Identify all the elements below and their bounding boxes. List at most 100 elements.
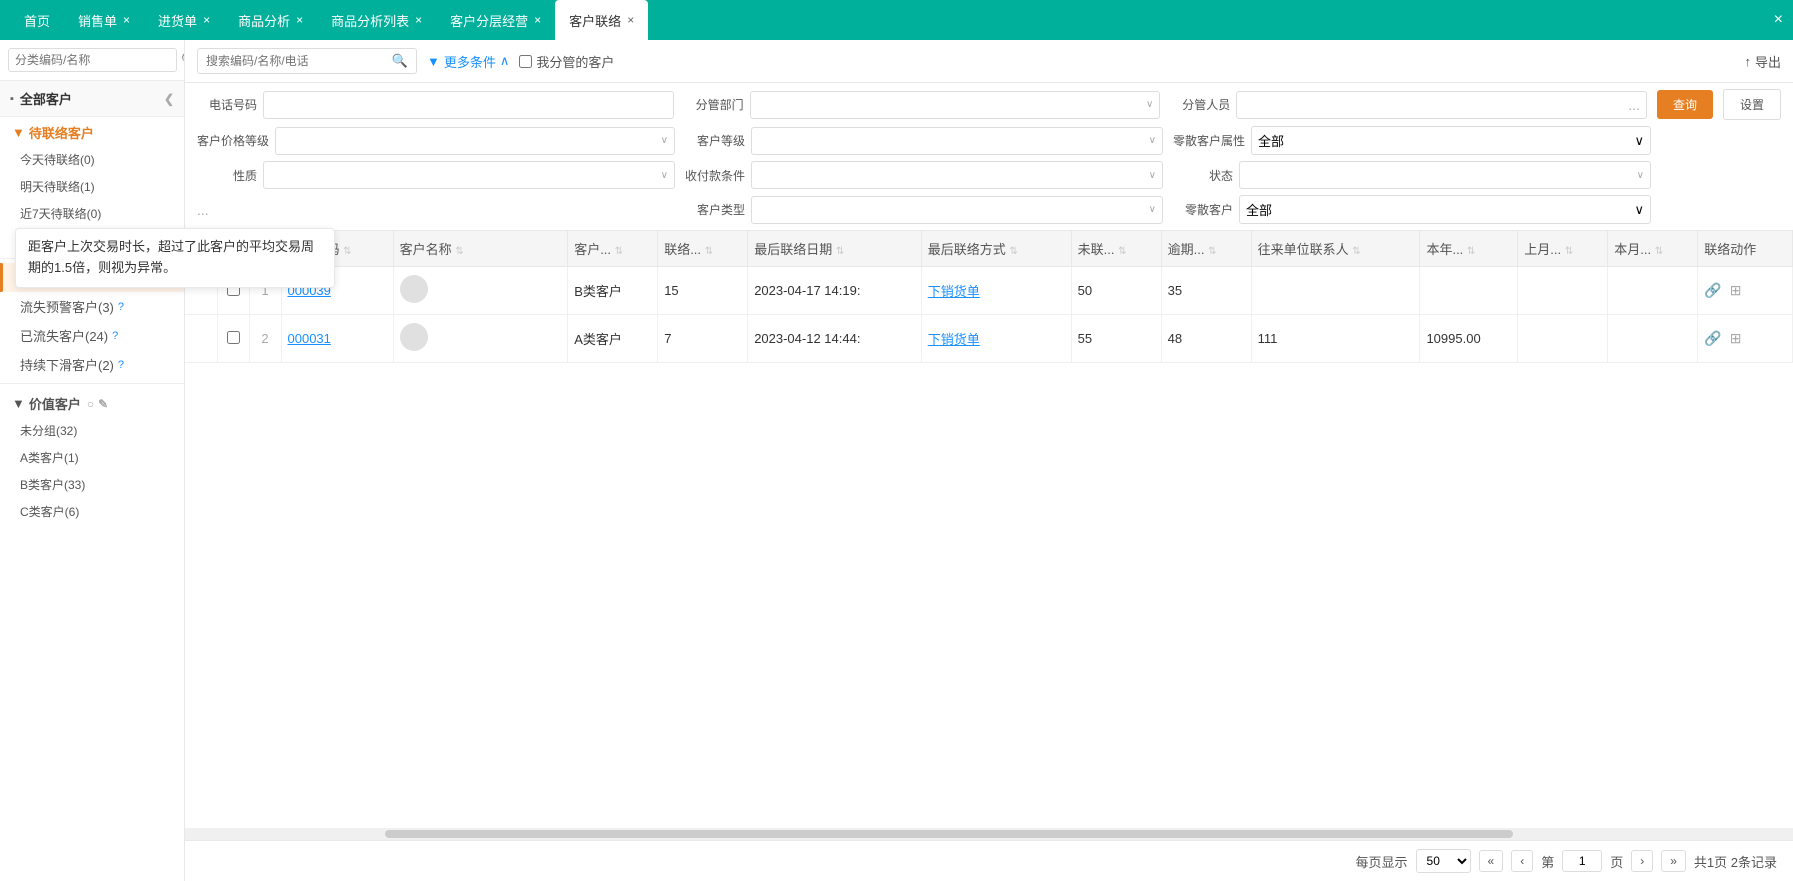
phone-input[interactable] xyxy=(263,91,674,119)
filter-search-input[interactable] xyxy=(206,54,388,68)
last-method-sort-icon[interactable]: ⇅ xyxy=(1009,246,1017,257)
scrollbar-thumb[interactable] xyxy=(385,830,1513,838)
sidebar-collapse-btn[interactable]: ❮ xyxy=(164,92,174,106)
td-code-2[interactable]: 000031 xyxy=(281,315,393,363)
page-number-input[interactable] xyxy=(1562,850,1602,872)
person-select[interactable]: ... xyxy=(1236,91,1647,119)
nav-product-analysis-list[interactable]: 商品分析列表 × xyxy=(317,0,436,40)
last-page-button[interactable]: » xyxy=(1661,850,1686,872)
sidebar-group-pending[interactable]: ▼ 待联络客户 xyxy=(0,117,184,146)
nav-sales[interactable]: 销售单 × xyxy=(64,0,144,40)
this-month-sort-icon[interactable]: ⇅ xyxy=(1655,246,1663,257)
sidebar-search-input[interactable] xyxy=(8,48,177,72)
nav-purchase-close[interactable]: × xyxy=(203,13,210,27)
td-last-method-1[interactable]: 下销货单 xyxy=(921,267,1071,315)
my-customers-checkbox[interactable]: 我分管的客户 xyxy=(519,52,614,71)
td-name-1[interactable] xyxy=(393,267,568,315)
price-grade-select[interactable]: ∨ xyxy=(275,127,675,155)
this-year-sort-icon[interactable]: ⇅ xyxy=(1467,246,1475,257)
th-contact[interactable]: 联络... ⇅ xyxy=(658,231,748,267)
churned-hint-icon[interactable]: ? xyxy=(112,330,118,342)
sidebar-item-7days[interactable]: 近7天待联络(0) xyxy=(0,200,184,227)
row4-ellipsis[interactable]: ... xyxy=(197,202,209,218)
action-link-icon-2[interactable]: 🔗 xyxy=(1704,330,1721,347)
retail-customer-select[interactable]: 全部 ∨ xyxy=(1239,195,1651,224)
export-button[interactable]: ↑ 导出 xyxy=(1744,52,1781,71)
action-grid-icon-2[interactable]: ⊞ xyxy=(1730,330,1742,347)
nav-purchase[interactable]: 进货单 × xyxy=(144,0,224,40)
th-this-year[interactable]: 本年... ⇅ xyxy=(1420,231,1518,267)
nav-sales-close[interactable]: × xyxy=(123,13,130,27)
filter-search-icon[interactable]: 🔍 xyxy=(392,53,408,69)
th-overdue[interactable]: 逾期... ⇅ xyxy=(1161,231,1251,267)
last-month-sort-icon[interactable]: ⇅ xyxy=(1565,246,1573,257)
query-button[interactable]: 查询 xyxy=(1657,90,1713,119)
next-page-button[interactable]: › xyxy=(1631,850,1653,872)
sidebar-divider-2 xyxy=(0,383,184,384)
code-sort-icon[interactable]: ⇅ xyxy=(343,246,351,257)
sidebar-item-class-c[interactable]: C类客户(6) xyxy=(0,498,184,525)
action-grid-icon-1[interactable]: ⊞ xyxy=(1730,282,1742,299)
contact-sort-icon[interactable]: ⇅ xyxy=(705,246,713,257)
settings-button[interactable]: 设置 xyxy=(1723,89,1781,120)
nav-product-analysis-list-close[interactable]: × xyxy=(415,13,422,27)
customer-type-select[interactable]: ∨ xyxy=(751,196,1163,224)
sidebar-item-today[interactable]: 今天待联络(0) xyxy=(0,146,184,173)
per-page-select[interactable]: 50 100 200 xyxy=(1416,849,1471,873)
nav-customer-contact-close[interactable]: × xyxy=(627,13,634,27)
contacts-sort-icon[interactable]: ⇅ xyxy=(1352,246,1360,257)
more-conditions-button[interactable]: ▼ 更多条件 ∧ xyxy=(427,52,509,71)
sidebar-item-class-a[interactable]: A类客户(1) xyxy=(0,444,184,471)
first-page-button[interactable]: « xyxy=(1479,850,1504,872)
status-select[interactable]: ∨ xyxy=(1239,161,1651,189)
sidebar-group-value[interactable]: ▼ 价值客户 ○ ✎ xyxy=(0,388,184,417)
declining-hint-icon[interactable]: ? xyxy=(118,359,124,371)
person-ellipsis[interactable]: ... xyxy=(1628,97,1640,113)
nav-customer-layered[interactable]: 客户分层经营 × xyxy=(436,0,555,40)
value-group-edit-icon[interactable]: ✎ xyxy=(98,397,108,411)
td-name-2[interactable] xyxy=(393,315,568,363)
nav-product-analysis[interactable]: 商品分析 × xyxy=(224,0,317,40)
retail-attr-select[interactable]: 全部 ∨ xyxy=(1251,126,1651,155)
payment-select[interactable]: ∨ xyxy=(751,161,1163,189)
nav-customer-contact[interactable]: 客户联络 × xyxy=(555,0,648,40)
th-type[interactable]: 客户... ⇅ xyxy=(568,231,658,267)
th-contacts[interactable]: 往来单位联系人 ⇅ xyxy=(1251,231,1420,267)
th-unread[interactable]: 未联... ⇅ xyxy=(1071,231,1161,267)
sidebar-item-churn-warning[interactable]: 流失预警客户(3) ? xyxy=(0,292,184,321)
nav-customer-layered-close[interactable]: × xyxy=(534,13,541,27)
action-link-icon-1[interactable]: 🔗 xyxy=(1704,282,1721,299)
dept-down-icon: ∨ xyxy=(1146,99,1153,110)
overdue-sort-icon[interactable]: ⇅ xyxy=(1208,246,1216,257)
prev-page-button[interactable]: ‹ xyxy=(1511,850,1533,872)
sidebar-item-tomorrow[interactable]: 明天待联络(1) xyxy=(0,173,184,200)
value-group-circle-icon[interactable]: ○ xyxy=(87,397,94,411)
dept-select[interactable]: ∨ xyxy=(750,91,1161,119)
customer-grade-select[interactable]: ∨ xyxy=(751,127,1163,155)
last-date-sort-icon[interactable]: ⇅ xyxy=(836,246,844,257)
sidebar-item-churned[interactable]: 已流失客户(24) ? xyxy=(0,321,184,350)
td-last-method-2[interactable]: 下销货单 xyxy=(921,315,1071,363)
th-last-method[interactable]: 最后联络方式 ⇅ xyxy=(921,231,1071,267)
nature-select[interactable]: ∨ xyxy=(263,161,675,189)
unread-sort-icon[interactable]: ⇅ xyxy=(1118,246,1126,257)
row2-check[interactable] xyxy=(227,331,240,344)
td-check-2[interactable] xyxy=(217,315,249,363)
churn-warning-hint-icon[interactable]: ? xyxy=(118,301,124,313)
th-this-month[interactable]: 本月... ⇅ xyxy=(1608,231,1698,267)
sidebar-item-ungroup[interactable]: 未分组(32) xyxy=(0,417,184,444)
th-last-month[interactable]: 上月... ⇅ xyxy=(1518,231,1608,267)
value-group-arrow-icon: ▼ xyxy=(12,396,25,411)
th-last-date[interactable]: 最后联络日期 ⇅ xyxy=(748,231,922,267)
type-sort-icon[interactable]: ⇅ xyxy=(615,246,623,257)
my-customers-check[interactable] xyxy=(519,55,532,68)
th-name[interactable]: 客户名称 ⇅ xyxy=(393,231,568,267)
nav-home[interactable]: 首页 xyxy=(10,0,64,40)
nav-product-analysis-close[interactable]: × xyxy=(296,13,303,27)
sidebar-all-customers[interactable]: ▪ 全部客户 ❮ xyxy=(0,81,184,117)
horizontal-scrollbar[interactable] xyxy=(185,828,1793,840)
sidebar-item-declining[interactable]: 持续下滑客户(2) ? xyxy=(0,350,184,379)
close-all-button[interactable]: × xyxy=(1774,11,1783,29)
sidebar-item-class-b[interactable]: B类客户(33) xyxy=(0,471,184,498)
name-sort-icon[interactable]: ⇅ xyxy=(455,246,463,257)
